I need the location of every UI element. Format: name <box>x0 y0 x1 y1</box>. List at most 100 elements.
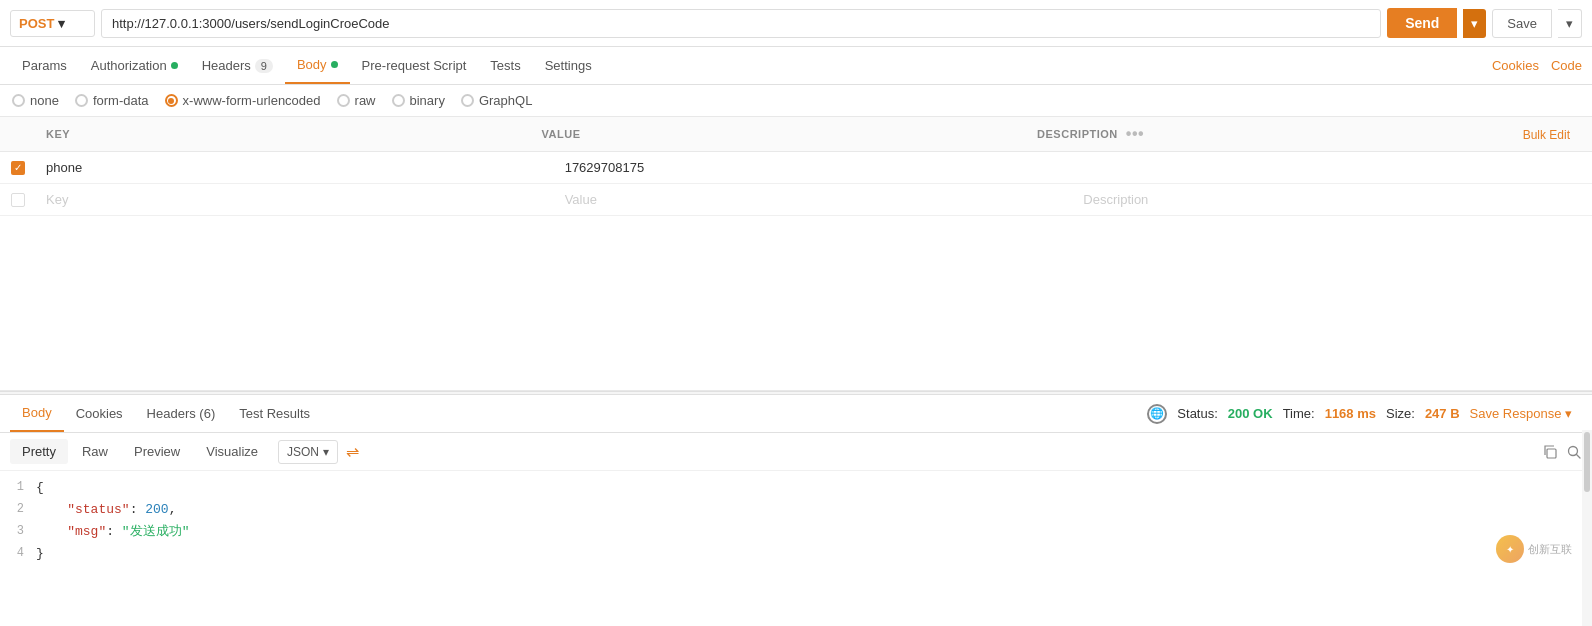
checkbox-checked-icon: ✓ <box>11 161 25 175</box>
time-value: 1168 ms <box>1325 406 1376 421</box>
resp-tab-test-results[interactable]: Test Results <box>227 396 322 431</box>
headers-badge: 9 <box>255 59 273 73</box>
radio-form-data-circle <box>75 94 88 107</box>
subtab-raw[interactable]: Raw <box>70 439 120 464</box>
more-options-icon[interactable]: ••• <box>1126 125 1144 143</box>
method-select[interactable]: POST ▾ <box>10 10 95 37</box>
code-content-2: "status": 200, <box>36 499 176 521</box>
code-content-1: { <box>36 477 44 499</box>
placeholder-value[interactable]: Value <box>555 184 1074 215</box>
placeholder-checkbox[interactable] <box>0 185 36 215</box>
json-val-status: 200 <box>145 502 168 517</box>
row-value[interactable]: 17629708175 <box>555 152 1074 183</box>
row-description[interactable] <box>1073 160 1592 176</box>
globe-icon[interactable]: 🌐 <box>1147 404 1167 424</box>
response-section: Body Cookies Headers (6) Test Results 🌐 … <box>0 395 1592 571</box>
url-input[interactable] <box>101 9 1381 38</box>
radio-urlencoded[interactable]: x-www-form-urlencoded <box>165 93 321 108</box>
col-key: KEY <box>36 124 532 144</box>
response-icons <box>1542 444 1582 460</box>
response-tabs-row: Body Cookies Headers (6) Test Results 🌐 … <box>0 395 1592 433</box>
svg-rect-0 <box>1547 449 1556 458</box>
scrollbar-track[interactable] <box>1582 430 1592 626</box>
table-placeholder-row: Key Value Description <box>0 184 1592 216</box>
method-label: POST <box>19 16 54 31</box>
json-val-msg: "发送成功" <box>122 524 190 539</box>
status-label: Status: <box>1177 406 1217 421</box>
radio-urlencoded-inner <box>168 98 174 104</box>
format-chevron-icon: ▾ <box>323 445 329 459</box>
subtab-pretty[interactable]: Pretty <box>10 439 68 464</box>
radio-graphql[interactable]: GraphQL <box>461 93 532 108</box>
line-num-4: 4 <box>0 543 36 565</box>
resp-tab-cookies[interactable]: Cookies <box>64 396 135 431</box>
tab-prerequest[interactable]: Pre-request Script <box>350 48 479 83</box>
code-line-4: 4 } <box>0 543 1592 565</box>
tab-authorization[interactable]: Authorization <box>79 48 190 83</box>
watermark-text: 创新互联 <box>1528 542 1572 557</box>
cookies-link[interactable]: Cookies <box>1492 58 1539 73</box>
method-chevron-icon: ▾ <box>58 16 65 31</box>
size-value: 247 B <box>1425 406 1460 421</box>
save-dropdown-button[interactable]: ▾ <box>1558 9 1582 38</box>
tab-params[interactable]: Params <box>10 48 79 83</box>
search-icon[interactable] <box>1566 444 1582 460</box>
row-checkbox[interactable]: ✓ <box>0 153 36 183</box>
radio-raw-circle <box>337 94 350 107</box>
body-dot <box>331 61 338 68</box>
resp-tab-headers[interactable]: Headers (6) <box>135 396 228 431</box>
subtab-preview[interactable]: Preview <box>122 439 192 464</box>
wrap-icon[interactable]: ⇌ <box>346 442 359 461</box>
radio-raw[interactable]: raw <box>337 93 376 108</box>
save-response-link[interactable]: Save Response ▾ <box>1470 406 1572 421</box>
copy-icon[interactable] <box>1542 444 1558 460</box>
right-links: Cookies Code <box>1492 58 1582 73</box>
format-select[interactable]: JSON ▾ <box>278 440 338 464</box>
scrollbar-thumb[interactable] <box>1584 432 1590 492</box>
save-button[interactable]: Save <box>1492 9 1552 38</box>
placeholder-key[interactable]: Key <box>36 184 555 215</box>
watermark-logo: ✦ <box>1496 535 1524 563</box>
time-label: Time: <box>1283 406 1315 421</box>
radio-urlencoded-circle <box>165 94 178 107</box>
request-body-table: KEY VALUE DESCRIPTION ••• Bulk Edit ✓ ph… <box>0 117 1592 216</box>
resp-tab-body[interactable]: Body <box>10 395 64 432</box>
watermark: ✦ 创新互联 <box>1496 535 1572 563</box>
col-description: DESCRIPTION ••• <box>1027 121 1523 147</box>
bulk-edit-link[interactable]: Bulk Edit <box>1523 128 1580 142</box>
table-row: ✓ phone 17629708175 <box>0 152 1592 184</box>
radio-binary[interactable]: binary <box>392 93 445 108</box>
code-content-4: } <box>36 543 44 565</box>
body-type-row: none form-data x-www-form-urlencoded raw… <box>0 85 1592 117</box>
placeholder-description[interactable]: Description <box>1073 184 1592 215</box>
radio-form-data[interactable]: form-data <box>75 93 149 108</box>
url-bar: POST ▾ Send ▾ Save ▾ <box>0 0 1592 47</box>
radio-binary-circle <box>392 94 405 107</box>
code-content-3: "msg": "发送成功" <box>36 521 189 543</box>
authorization-dot <box>171 62 178 69</box>
line-num-1: 1 <box>0 477 36 499</box>
request-tabs: Params Authorization Headers 9 Body Pre-… <box>0 47 1592 85</box>
tab-settings[interactable]: Settings <box>533 48 604 83</box>
json-key-status: "status" <box>67 502 129 517</box>
row-key[interactable]: phone <box>36 152 555 183</box>
send-dropdown-button[interactable]: ▾ <box>1463 9 1486 38</box>
radio-graphql-circle <box>461 94 474 107</box>
send-button[interactable]: Send <box>1387 8 1457 38</box>
subtab-visualize[interactable]: Visualize <box>194 439 270 464</box>
json-key-msg: "msg" <box>67 524 106 539</box>
tab-headers[interactable]: Headers 9 <box>190 48 285 83</box>
response-code-area: 1 { 2 "status": 200, 3 "msg": "发送成功" 4 } <box>0 471 1592 571</box>
line-num-3: 3 <box>0 521 36 543</box>
code-line-2: 2 "status": 200, <box>0 499 1592 521</box>
col-value: VALUE <box>532 124 1028 144</box>
svg-line-2 <box>1577 454 1581 458</box>
size-label: Size: <box>1386 406 1415 421</box>
code-line-1: 1 { <box>0 477 1592 499</box>
tab-body[interactable]: Body <box>285 47 350 84</box>
checkbox-empty <box>11 193 25 207</box>
radio-none[interactable]: none <box>12 93 59 108</box>
code-link[interactable]: Code <box>1551 58 1582 73</box>
response-status-area: 🌐 Status: 200 OK Time: 1168 ms Size: 247… <box>1147 404 1582 424</box>
tab-tests[interactable]: Tests <box>478 48 532 83</box>
